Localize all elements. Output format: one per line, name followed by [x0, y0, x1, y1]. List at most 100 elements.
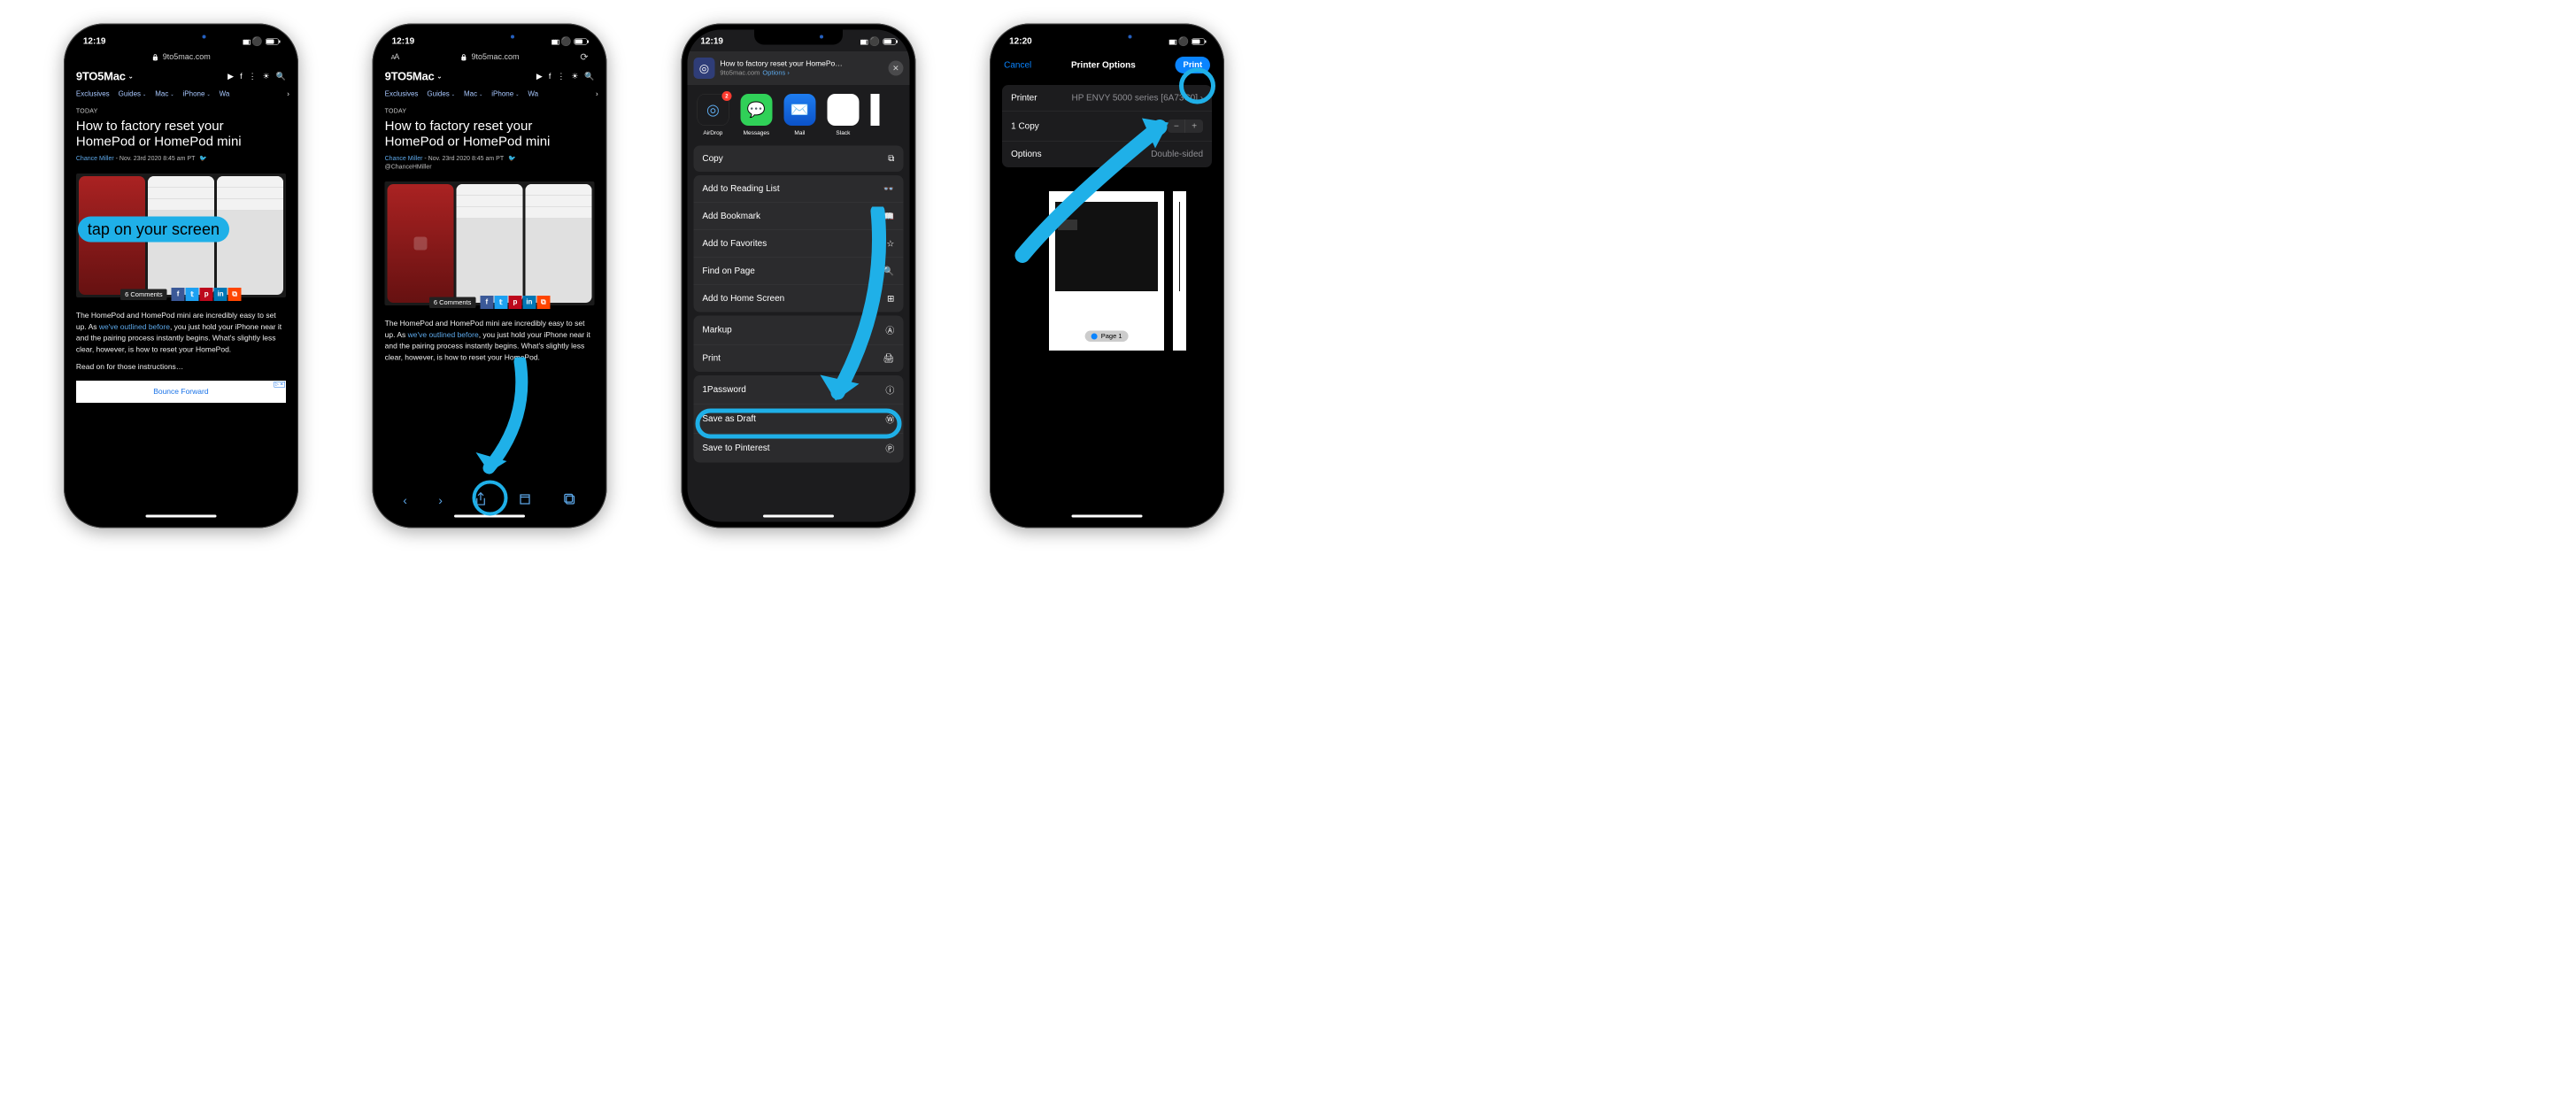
facebook-icon[interactable]: f [240, 72, 243, 81]
author-link[interactable]: Chance Miller [385, 155, 423, 162]
twitter-icon[interactable]: 🐦 [199, 155, 207, 162]
share-reddit-icon[interactable]: ⧉ [536, 296, 550, 309]
action-reading-list[interactable]: Add to Reading List👓 [693, 175, 903, 203]
site-logo[interactable]: 9TO5Mac⌄ [76, 70, 133, 84]
home-indicator[interactable] [763, 515, 834, 518]
site-logo[interactable]: 9TO5Mac⌄ [385, 70, 442, 84]
badge: 2 [721, 91, 731, 101]
wifi-icon: ⚫ [869, 36, 880, 48]
printer-select-row[interactable]: Printer HP ENVY 5000 series [6A73C0] › [1002, 85, 1212, 112]
article-body: The HomePod and HomePod mini are incredi… [76, 310, 286, 355]
action-save-draft[interactable]: Save as DraftⓌ [693, 405, 903, 434]
comments-count[interactable]: 6 Comments [429, 297, 476, 308]
wifi-icon: ⚫ [251, 36, 262, 48]
annotation-arrow [463, 358, 534, 490]
home-indicator[interactable] [145, 515, 216, 518]
page-preview-1[interactable]: Page 1 [1049, 191, 1164, 351]
options-value: Double-sided [1151, 150, 1203, 160]
action-print[interactable]: Print🖨 [693, 345, 903, 373]
action-1password[interactable]: 1Passwordⓘ [693, 375, 903, 405]
publish-date: Nov. 23rd 2020 8:45 am PT [428, 155, 504, 162]
mail-icon[interactable]: ✉️ [783, 94, 815, 126]
nav-mac[interactable]: Mac⌄ [464, 90, 482, 98]
share-pinterest-icon[interactable]: p [508, 296, 521, 309]
action-bookmark[interactable]: Add Bookmark📖 [693, 203, 903, 230]
cancel-button[interactable]: Cancel [1004, 60, 1031, 71]
reader-view-icon[interactable]: AA [391, 52, 399, 62]
headline[interactable]: How to factory reset your HomePod or Hom… [76, 119, 286, 150]
theme-icon[interactable]: ☀ [571, 72, 578, 81]
share-twitter-icon[interactable]: 𝕥 [186, 288, 199, 301]
back-icon[interactable]: ‹ [403, 494, 407, 508]
action-homescreen[interactable]: Add to Home Screen⊞ [693, 285, 903, 312]
forward-icon[interactable]: › [438, 494, 443, 508]
minus-icon[interactable]: − [1168, 120, 1185, 133]
nav-next-icon[interactable]: › [596, 90, 598, 98]
share-reddit-icon[interactable]: ⧉ [228, 288, 242, 301]
search-icon[interactable]: 🔍 [276, 72, 286, 81]
search-icon[interactable]: 🔍 [584, 72, 594, 81]
nav-more[interactable]: Wa [528, 90, 538, 98]
nav-guides[interactable]: Guides⌄ [427, 90, 455, 98]
youtube-icon[interactable]: ▶ [228, 72, 234, 81]
share-facebook-icon[interactable]: f [480, 296, 493, 309]
author-link[interactable]: Chance Miller [76, 155, 114, 162]
action-copy[interactable]: Copy⧉ [693, 146, 903, 173]
more-icon[interactable]: ⋮ [249, 72, 257, 81]
reload-icon[interactable]: ⟳ [580, 51, 588, 63]
body-link[interactable]: we've outlined before [408, 330, 479, 339]
share-linkedin-icon[interactable]: in [522, 296, 536, 309]
action-save-pinterest[interactable]: Save to PinterestⓅ [693, 434, 903, 463]
nav-iphone[interactable]: iPhone⌄ [183, 90, 211, 98]
print-button[interactable]: Print [1175, 57, 1210, 73]
printer-label: Printer [1011, 93, 1037, 104]
home-indicator[interactable] [1072, 515, 1143, 518]
url-bar[interactable]: AA 9to5mac.com ⟳ [379, 49, 601, 67]
byline: Chance Miller - Nov. 23rd 2020 8:45 am P… [385, 155, 595, 163]
article: TODAY How to factory reset your HomePod … [379, 103, 601, 367]
battery-icon [1192, 38, 1205, 44]
more-apps-icon[interactable] [870, 94, 879, 126]
nav-more[interactable]: Wa [220, 90, 230, 98]
nav-exclusives[interactable]: Exclusives [76, 90, 110, 98]
home-indicator[interactable] [454, 515, 525, 518]
messages-icon[interactable]: 💬 [740, 94, 772, 126]
options-row[interactable]: Options Double-sided [1002, 142, 1212, 168]
facebook-icon[interactable]: f [549, 72, 551, 81]
tabs-icon[interactable] [563, 492, 576, 509]
app-label: AirDrop [703, 129, 722, 136]
nav-mac[interactable]: Mac⌄ [155, 90, 174, 98]
action-favorites[interactable]: Add to Favorites☆ [693, 230, 903, 258]
bookmarks-icon[interactable] [519, 492, 532, 509]
headline[interactable]: How to factory reset your HomePod or Hom… [385, 119, 595, 150]
body-link[interactable]: we've outlined before [99, 322, 170, 331]
action-markup[interactable]: MarkupⒶ [693, 316, 903, 345]
share-icon[interactable] [474, 491, 487, 510]
adchoices-icon[interactable]: ▷ ✕ [274, 382, 284, 388]
nav-exclusives[interactable]: Exclusives [385, 90, 419, 98]
action-find[interactable]: Find on Page🔍 [693, 258, 903, 285]
comments-count[interactable]: 6 Comments [120, 289, 167, 300]
nav-next-icon[interactable]: › [287, 90, 289, 98]
slack-icon[interactable]: ✱ [827, 94, 859, 126]
twitter-icon[interactable]: 🐦 [508, 155, 516, 162]
share-options-link[interactable]: Options [762, 69, 785, 77]
url-text: 9to5mac.com [471, 52, 519, 62]
share-twitter-icon[interactable]: 𝕥 [494, 296, 507, 309]
more-icon[interactable]: ⋮ [557, 72, 565, 81]
youtube-icon[interactable]: ▶ [536, 72, 543, 81]
copies-stepper[interactable]: − + [1168, 120, 1203, 133]
star-icon: ☆ [886, 238, 894, 250]
author-handle[interactable]: @ChanceHMiller [385, 163, 595, 170]
ad-banner[interactable]: ▷ ✕ Bounce Forward [76, 381, 286, 403]
share-pinterest-icon[interactable]: p [200, 288, 213, 301]
share-linkedin-icon[interactable]: in [214, 288, 228, 301]
url-bar[interactable]: 9to5mac.com [70, 49, 292, 67]
plus-icon[interactable]: + [1185, 120, 1203, 133]
close-icon[interactable]: ✕ [888, 61, 903, 76]
nav-iphone[interactable]: iPhone⌄ [491, 90, 519, 98]
share-facebook-icon[interactable]: f [172, 288, 185, 301]
nav-guides[interactable]: Guides⌄ [119, 90, 147, 98]
page-preview-2[interactable] [1173, 191, 1186, 351]
theme-icon[interactable]: ☀ [263, 72, 270, 81]
